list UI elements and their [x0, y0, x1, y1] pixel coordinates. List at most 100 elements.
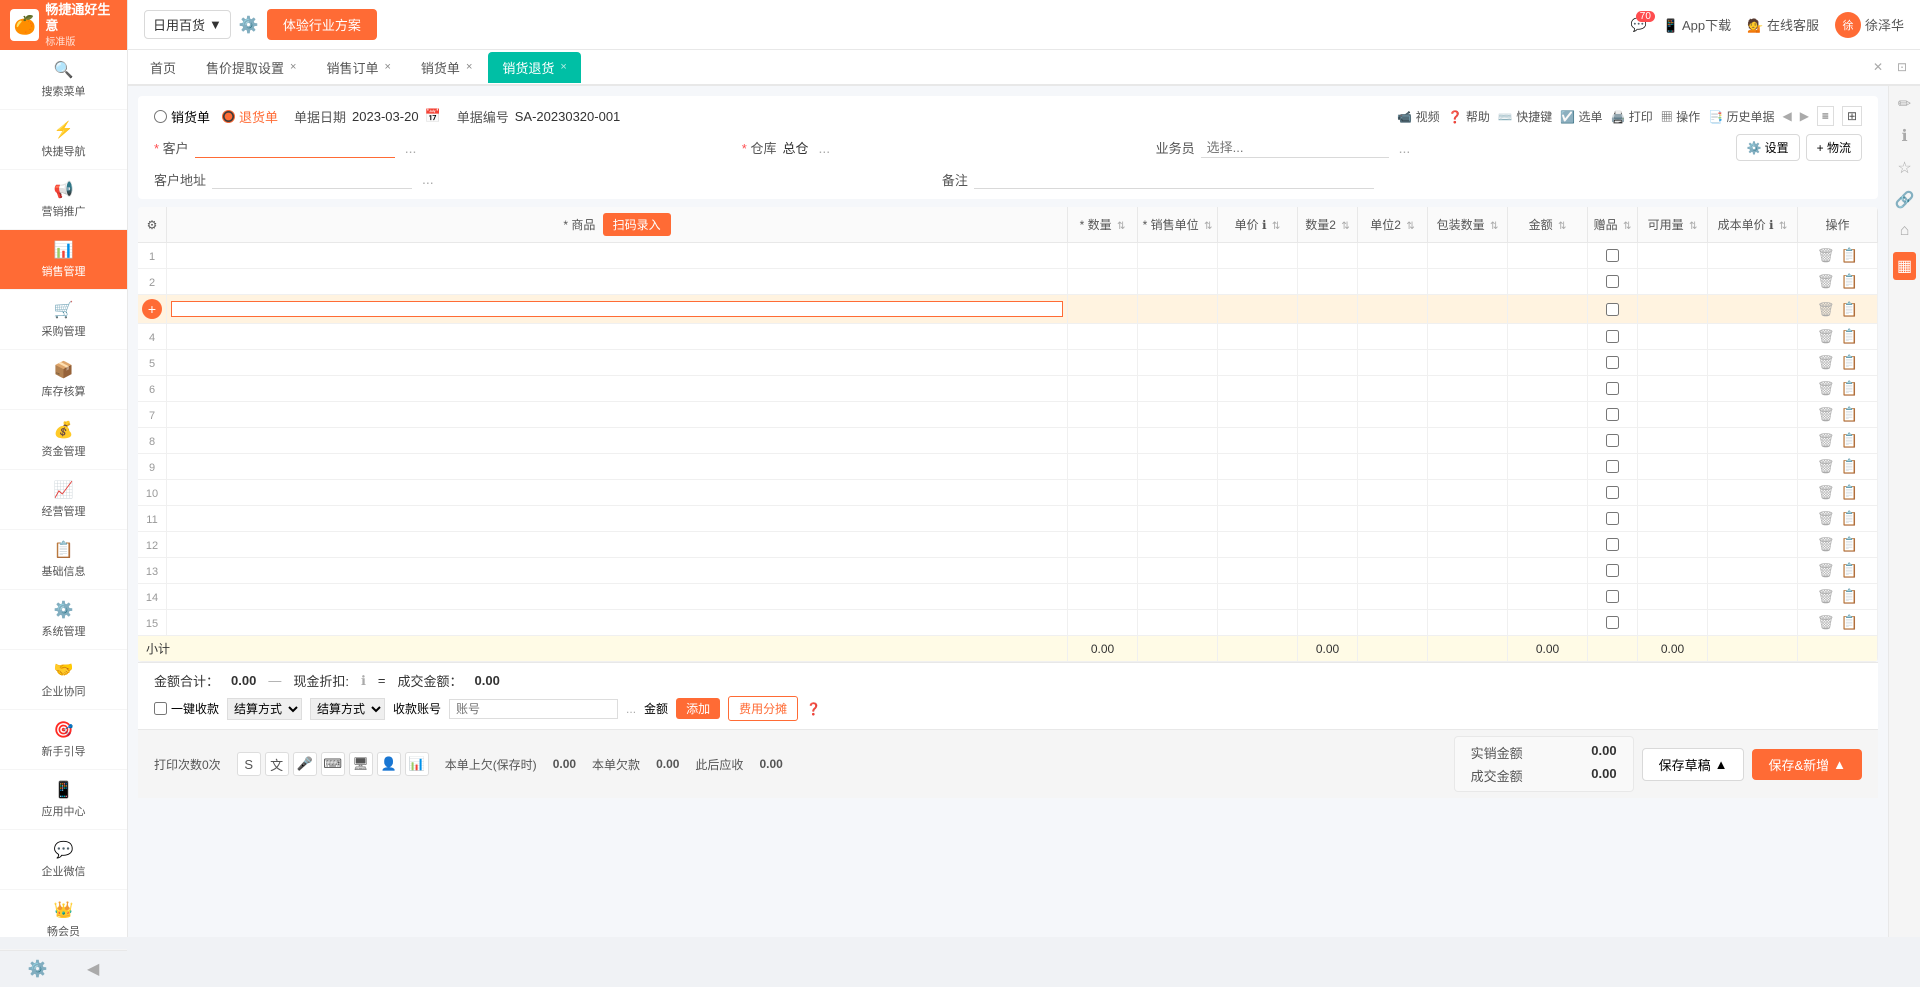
gear-icon-table[interactable]: ⚙	[147, 218, 158, 232]
warehouse-dots-btn[interactable]: ...	[814, 140, 834, 156]
address-dots-btn[interactable]: ...	[418, 171, 438, 187]
remark-input[interactable]	[974, 169, 1374, 189]
delete-row-6[interactable]: 🗑	[1817, 380, 1835, 397]
save-draft-btn[interactable]: 保存草稿 ▲	[1642, 748, 1745, 781]
copy-row-9[interactable]: 📋	[1841, 458, 1858, 475]
delete-row-8[interactable]: 🗑	[1817, 432, 1835, 449]
sidebar-item-system[interactable]: ⚙️ 系统管理	[0, 590, 127, 650]
panel-chart-icon[interactable]: ▦	[1893, 252, 1916, 280]
list-view-icon[interactable]: ≡	[1817, 106, 1834, 126]
operate-btn[interactable]: ▦ 操作	[1661, 108, 1700, 125]
delete-row-11[interactable]: 🗑	[1817, 510, 1835, 527]
price-sort-icon[interactable]: ⇅	[1272, 221, 1280, 232]
select-btn[interactable]: ☑️ 选单	[1560, 108, 1602, 125]
calc-method-select[interactable]: 结算方式	[310, 698, 385, 720]
account-input[interactable]	[449, 699, 618, 719]
sidebar-item-appstore[interactable]: 📱 应用中心	[0, 770, 127, 830]
sidebar-item-shortcuts[interactable]: ⚡ 快捷导航	[0, 110, 127, 170]
sidebar-item-basic[interactable]: 📋 基础信息	[0, 530, 127, 590]
sidebar-item-inventory[interactable]: 📦 库存核算	[0, 350, 127, 410]
tab-home[interactable]: 首页	[136, 52, 190, 83]
grid-view-icon[interactable]: ⊞	[1842, 106, 1862, 126]
sidebar-item-search[interactable]: 🔍 搜索菜单	[0, 50, 127, 110]
gift-check-6[interactable]	[1606, 382, 1619, 395]
staff-dots-btn[interactable]: ...	[1395, 140, 1415, 156]
copy-row-4[interactable]: 📋	[1841, 328, 1858, 345]
tab-price-settings[interactable]: 售价提取设置 ×	[192, 52, 310, 83]
icon-text[interactable]: 文	[265, 752, 289, 776]
gift-check-7[interactable]	[1606, 408, 1619, 421]
delete-row-4[interactable]: 🗑	[1817, 328, 1835, 345]
gift-check-13[interactable]	[1606, 564, 1619, 577]
radio-return[interactable]: 退货单	[222, 107, 278, 126]
unit2-sort-icon[interactable]: ⇅	[1406, 221, 1414, 232]
user-menu[interactable]: 徐 徐泽华	[1835, 12, 1904, 38]
tab-sales-return[interactable]: 销货退货 ×	[488, 52, 580, 83]
delete-row-12[interactable]: 🗑	[1817, 536, 1835, 553]
print-btn[interactable]: 🖨️ 打印	[1611, 108, 1653, 125]
sidebar-item-enterprise[interactable]: 🤝 企业协同	[0, 650, 127, 710]
sidebar-item-newguide[interactable]: 🎯 新手引导	[0, 710, 127, 770]
sidebar-item-marketing[interactable]: 📢 营销推广	[0, 170, 127, 230]
panel-home-icon[interactable]: ⌂	[1900, 222, 1910, 240]
panel-star-icon[interactable]: ☆	[1897, 158, 1911, 178]
tab-close-salesbill[interactable]: ×	[466, 61, 472, 73]
icon-keyboard[interactable]: ⌨	[321, 752, 345, 776]
delete-row-13[interactable]: 🗑	[1817, 562, 1835, 579]
radio-sales[interactable]: 销货单	[154, 107, 210, 126]
experience-btn[interactable]: 体验行业方案	[267, 9, 377, 40]
online-service-btn[interactable]: 💁 在线客服	[1747, 15, 1819, 34]
department-selector[interactable]: 日用百货 ▼	[144, 10, 231, 39]
product-input-active[interactable]	[171, 301, 1063, 317]
icon-mic[interactable]: 🎤	[293, 752, 317, 776]
add-logistics-btn[interactable]: + 物流	[1806, 134, 1862, 161]
app-download-btn[interactable]: 📱 App下载	[1663, 15, 1731, 34]
delete-row-5[interactable]: 🗑	[1817, 354, 1835, 371]
gift-check-1[interactable]	[1606, 249, 1619, 262]
icon-monitor[interactable]: 🖥	[349, 752, 373, 776]
gift-check-14[interactable]	[1606, 590, 1619, 603]
icon-chart[interactable]: 📊	[405, 752, 429, 776]
pkgqty-sort-icon[interactable]: ⇅	[1490, 221, 1498, 232]
sidebar-item-sales[interactable]: 📊 销售管理	[0, 230, 127, 290]
help-btn[interactable]: ❓ 帮助	[1448, 108, 1490, 125]
delete-row-3[interactable]: 🗑	[1817, 301, 1835, 318]
add-row-btn[interactable]: +	[142, 299, 162, 319]
sidebar-item-purchase[interactable]: 🛒 采购管理	[0, 290, 127, 350]
copy-row-12[interactable]: 📋	[1841, 536, 1858, 553]
video-btn[interactable]: 📹 视频	[1397, 108, 1439, 125]
gift-check-12[interactable]	[1606, 538, 1619, 551]
unit-sort-icon[interactable]: ⇅	[1204, 221, 1212, 232]
history-btn[interactable]: 📑 历史单据	[1708, 108, 1774, 125]
copy-row-10[interactable]: 📋	[1841, 484, 1858, 501]
tab-close-salesorder[interactable]: ×	[384, 61, 390, 73]
gift-sort-icon[interactable]: ⇅	[1623, 221, 1631, 232]
gift-check-5[interactable]	[1606, 356, 1619, 369]
add-payment-btn[interactable]: 添加	[676, 698, 720, 719]
icon-person[interactable]: 👤	[377, 752, 401, 776]
gift-check-8[interactable]	[1606, 434, 1619, 447]
settings-icon-topbar[interactable]: ⚙️	[239, 15, 259, 35]
gift-check-10[interactable]	[1606, 486, 1619, 499]
gift-check-9[interactable]	[1606, 460, 1619, 473]
delete-row-9[interactable]: 🗑	[1817, 458, 1835, 475]
customer-input[interactable]	[195, 138, 395, 158]
tab-close-return[interactable]: ×	[560, 61, 566, 73]
save-new-btn[interactable]: 保存&新增 ▲	[1752, 749, 1862, 780]
gift-check-11[interactable]	[1606, 512, 1619, 525]
fee-split-btn[interactable]: 费用分摊	[728, 696, 798, 721]
settings-icon[interactable]: ⚙️	[28, 959, 48, 979]
qty2-sort-icon[interactable]: ⇅	[1341, 221, 1349, 232]
tab-sales-bill[interactable]: 销货单 ×	[407, 52, 486, 83]
staff-input[interactable]	[1201, 138, 1389, 158]
scan-btn[interactable]: 扫码录入	[603, 213, 671, 236]
delete-row-10[interactable]: 🗑	[1817, 484, 1835, 501]
copy-row-15[interactable]: 📋	[1841, 614, 1858, 631]
sidebar-item-operations[interactable]: 📈 经营管理	[0, 470, 127, 530]
copy-row-7[interactable]: 📋	[1841, 406, 1858, 423]
gift-check-4[interactable]	[1606, 330, 1619, 343]
dots-btn-account[interactable]: ...	[626, 702, 636, 716]
customer-dots-btn[interactable]: ...	[401, 140, 421, 156]
copy-row-6[interactable]: 📋	[1841, 380, 1858, 397]
panel-link-icon[interactable]: 🔗	[1895, 190, 1915, 210]
